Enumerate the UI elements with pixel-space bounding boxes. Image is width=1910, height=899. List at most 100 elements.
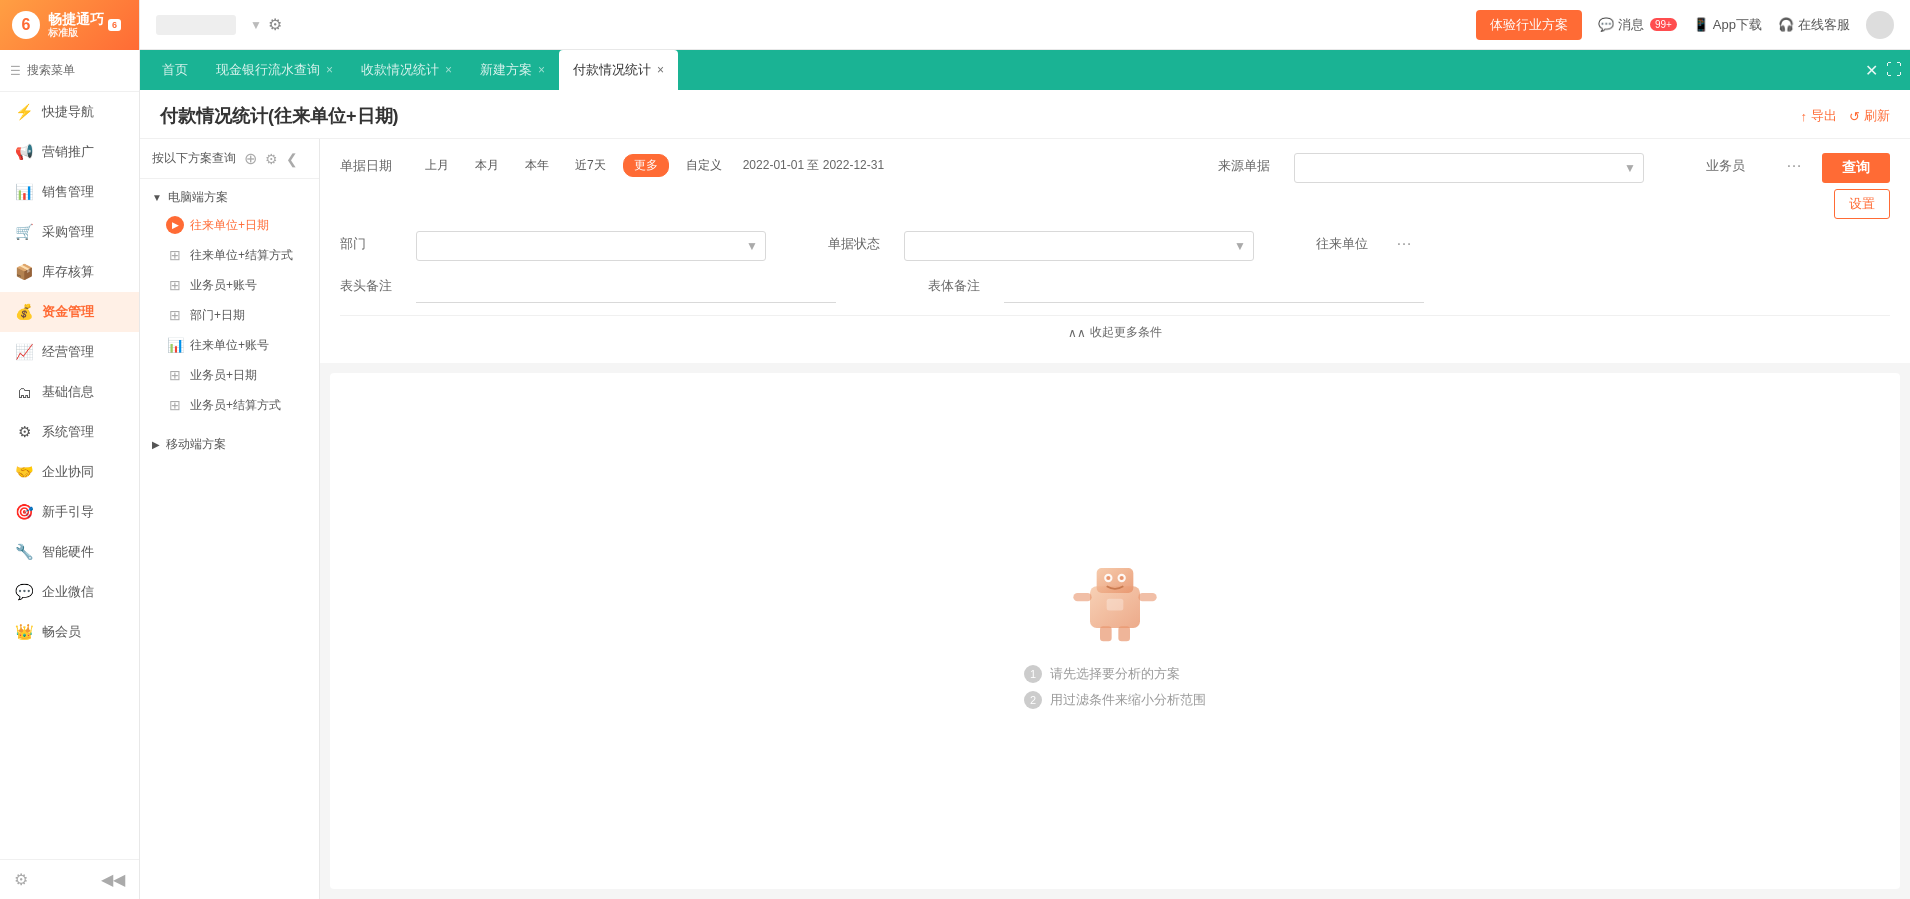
settings-icon[interactable]: ⚙ bbox=[14, 870, 28, 889]
date-btn-this-year[interactable]: 本年 bbox=[516, 153, 558, 178]
scheme-label-partner-account: 往来单位+账号 bbox=[190, 337, 269, 354]
tab-bank-flow-close[interactable]: × bbox=[326, 63, 333, 77]
desktop-group-title[interactable]: ▼ 电脑端方案 bbox=[140, 185, 319, 210]
partner-dots-btn[interactable]: … bbox=[1392, 231, 1416, 249]
staff-label: 业务员 bbox=[1706, 153, 1766, 175]
empty-hint-1: 1 请先选择要分析的方案 bbox=[1024, 665, 1206, 683]
scheme-item-staff-date[interactable]: ⊞ 业务员+日期 bbox=[140, 360, 319, 390]
date-btn-custom[interactable]: 自定义 bbox=[677, 153, 731, 178]
sidebar-badge: 6 bbox=[108, 19, 121, 31]
sidebar-item-operations[interactable]: 📈 经营管理 bbox=[0, 332, 139, 372]
breadcrumb: ▼ ⚙ bbox=[156, 15, 1476, 35]
collapse-panel-icon[interactable]: ❮ bbox=[286, 151, 298, 167]
add-scheme-icon[interactable]: ⊕ bbox=[244, 149, 257, 168]
online-service-btn[interactable]: 🎧 在线客服 bbox=[1778, 16, 1850, 34]
tab-expand-icon[interactable]: ⛶ bbox=[1886, 61, 1902, 79]
tab-home-label: 首页 bbox=[162, 61, 188, 79]
export-btn[interactable]: ↑ 导出 bbox=[1801, 107, 1838, 125]
scheme-item-partner-account[interactable]: 📊 往来单位+账号 bbox=[140, 330, 319, 360]
sidebar-item-sales[interactable]: 📊 销售管理 bbox=[0, 172, 139, 212]
dept-label: 部门 bbox=[340, 231, 400, 253]
scheme-item-partner-settle[interactable]: ⊞ 往来单位+结算方式 bbox=[140, 240, 319, 270]
header-note-input[interactable] bbox=[416, 273, 836, 303]
query-btn[interactable]: 查询 bbox=[1822, 153, 1890, 183]
tab-home[interactable]: 首页 bbox=[148, 50, 202, 90]
tab-bank-flow[interactable]: 现金银行流水查询 × bbox=[202, 50, 347, 90]
sidebar-item-member[interactable]: 👑 畅会员 bbox=[0, 612, 139, 652]
sidebar-item-inventory[interactable]: 📦 库存核算 bbox=[0, 252, 139, 292]
tab-receipt-stats[interactable]: 收款情况统计 × bbox=[347, 50, 466, 90]
logo-subtitle: 标准版 bbox=[48, 27, 104, 39]
sidebar-item-basic-info[interactable]: 🗂 基础信息 bbox=[0, 372, 139, 412]
sidebar-item-quick-nav[interactable]: ⚡ 快捷导航 bbox=[0, 92, 139, 132]
status-select[interactable] bbox=[904, 231, 1254, 261]
sidebar-item-hardware[interactable]: 🔧 智能硬件 bbox=[0, 532, 139, 572]
user-avatar[interactable] bbox=[1866, 11, 1894, 39]
online-service-label: 在线客服 bbox=[1798, 16, 1850, 34]
source-select[interactable] bbox=[1294, 153, 1644, 183]
date-btn-this-month[interactable]: 本月 bbox=[466, 153, 508, 178]
message-btn[interactable]: 💬 消息 99+ bbox=[1598, 16, 1677, 34]
system-icon: ⚙ bbox=[14, 422, 34, 442]
sidebar-label-system: 系统管理 bbox=[42, 423, 94, 441]
empty-hints: 1 请先选择要分析的方案 2 用过滤条件来缩小分析范围 bbox=[1024, 665, 1206, 709]
tab-new-scheme[interactable]: 新建方案 × bbox=[466, 50, 559, 90]
enterprise-icon: 🤝 bbox=[14, 462, 34, 482]
staff-dots-btn[interactable]: … bbox=[1782, 153, 1806, 171]
scheme-table-icon-3: ⊞ bbox=[166, 306, 184, 324]
content-area: 按以下方案查询 ⊕ ⚙ ❮ ▼ 电脑端方案 ▶ 往来单位+日期 ⊞ 往来单位+结… bbox=[140, 139, 1910, 899]
main-area: ▼ ⚙ 体验行业方案 💬 消息 99+ 📱 App下载 🎧 在线客服 首页 bbox=[140, 0, 1910, 899]
tab-close-all-icon[interactable]: ✕ bbox=[1865, 61, 1878, 80]
sidebar-item-system[interactable]: ⚙ 系统管理 bbox=[0, 412, 139, 452]
settings-btn[interactable]: 设置 bbox=[1834, 189, 1890, 219]
sidebar-item-purchase[interactable]: 🛒 采购管理 bbox=[0, 212, 139, 252]
message-icon: 💬 bbox=[1598, 17, 1614, 32]
gear-icon[interactable]: ⚙ bbox=[268, 15, 282, 34]
collapse-icon[interactable]: ◀◀ bbox=[101, 870, 125, 889]
date-btn-last-7days[interactable]: 近7天 bbox=[566, 153, 615, 178]
sidebar-item-marketing[interactable]: 📢 营销推广 bbox=[0, 132, 139, 172]
app-icon: 📱 bbox=[1693, 17, 1709, 32]
scheme-panel-label: 按以下方案查询 bbox=[152, 150, 236, 167]
mobile-group-title[interactable]: ▶ 移动端方案 bbox=[140, 432, 319, 457]
sidebar: 6 畅捷通巧 标准版 6 ☰ 搜索菜单 ⚡ 快捷导航 📢 营销推广 📊 销售管理… bbox=[0, 0, 140, 899]
page-header-actions: ↑ 导出 ↺ 刷新 bbox=[1801, 107, 1891, 125]
sidebar-search-area[interactable]: ☰ 搜索菜单 bbox=[0, 50, 139, 92]
industry-btn[interactable]: 体验行业方案 bbox=[1476, 10, 1582, 40]
sidebar-logo: 6 畅捷通巧 标准版 6 bbox=[0, 0, 139, 50]
scheme-chart-icon-1: 📊 bbox=[166, 336, 184, 354]
sidebar-footer: ⚙ ◀◀ bbox=[0, 859, 139, 899]
sidebar-item-enterprise[interactable]: 🤝 企业协同 bbox=[0, 452, 139, 492]
collapse-more-btn[interactable]: ∧∧ 收起更多条件 bbox=[340, 315, 1890, 349]
sidebar-item-capital[interactable]: 💰 资金管理 bbox=[0, 292, 139, 332]
empty-illustration bbox=[1065, 553, 1165, 653]
tab-receipt-stats-close[interactable]: × bbox=[445, 63, 452, 77]
sidebar-nav: ⚡ 快捷导航 📢 营销推广 📊 销售管理 🛒 采购管理 📦 库存核算 💰 资金管… bbox=[0, 92, 139, 859]
scheme-item-dept-date[interactable]: ⊞ 部门+日期 bbox=[140, 300, 319, 330]
tab-payment-stats[interactable]: 付款情况统计 × bbox=[559, 50, 678, 90]
sidebar-item-wechat[interactable]: 💬 企业微信 bbox=[0, 572, 139, 612]
scheme-item-staff-settle[interactable]: ⊞ 业务员+结算方式 bbox=[140, 390, 319, 420]
search-menu-btn[interactable]: ☰ 搜索菜单 bbox=[10, 58, 129, 83]
sidebar-item-guide[interactable]: 🎯 新手引导 bbox=[0, 492, 139, 532]
dept-select[interactable] bbox=[416, 231, 766, 261]
source-input-wrap: ▼ bbox=[1294, 153, 1644, 183]
sidebar-label-sales: 销售管理 bbox=[42, 183, 94, 201]
refresh-btn[interactable]: ↺ 刷新 bbox=[1849, 107, 1890, 125]
status-label: 单据状态 bbox=[828, 231, 888, 253]
tab-new-scheme-close[interactable]: × bbox=[538, 63, 545, 77]
settings-scheme-icon[interactable]: ⚙ bbox=[265, 151, 278, 167]
mobile-scheme-group: ▶ 移动端方案 bbox=[140, 426, 319, 463]
scheme-item-staff-account[interactable]: ⊞ 业务员+账号 bbox=[140, 270, 319, 300]
app-download-btn[interactable]: 📱 App下载 bbox=[1693, 16, 1762, 34]
date-btn-more[interactable]: 更多 bbox=[623, 154, 669, 177]
scheme-item-partner-date[interactable]: ▶ 往来单位+日期 bbox=[140, 210, 319, 240]
body-note-input[interactable] bbox=[1004, 273, 1424, 303]
scheme-label-staff-account: 业务员+账号 bbox=[190, 277, 257, 294]
tab-payment-stats-close[interactable]: × bbox=[657, 63, 664, 77]
date-btn-last-month[interactable]: 上月 bbox=[416, 153, 458, 178]
header-note-wrap bbox=[416, 273, 836, 303]
operations-icon: 📈 bbox=[14, 342, 34, 362]
basic-info-icon: 🗂 bbox=[14, 382, 34, 402]
body-note-label: 表体备注 bbox=[928, 273, 988, 295]
